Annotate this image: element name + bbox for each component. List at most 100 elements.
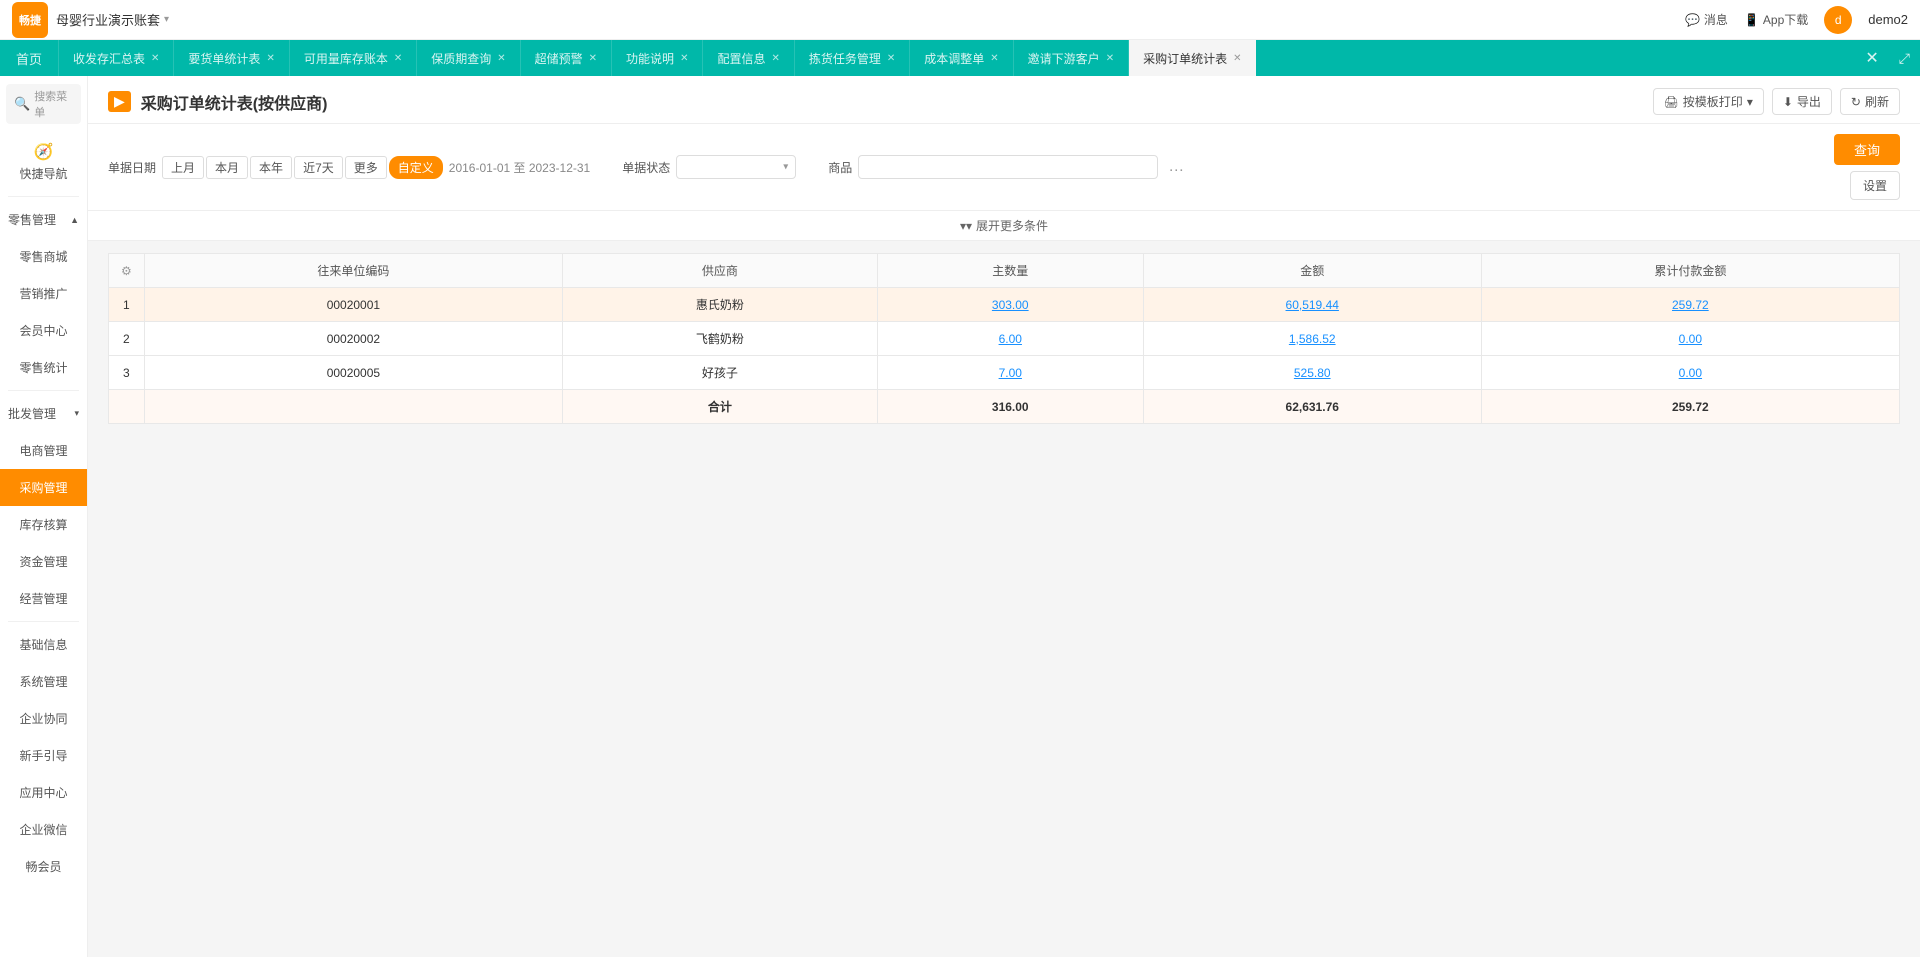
col-settings-icon[interactable]: ⚙ bbox=[121, 264, 132, 278]
message-btn[interactable]: 💬 消息 bbox=[1685, 11, 1728, 28]
sidebar-item-retail-mgmt[interactable]: 零售管理 ▲ bbox=[0, 201, 87, 238]
row-1-quantity[interactable]: 303.00 bbox=[877, 288, 1143, 322]
goods-input[interactable] bbox=[858, 155, 1158, 179]
tab-overstock-warning-label: 超储预警 bbox=[535, 50, 583, 67]
tab-receive-send[interactable]: 收发存汇总表 ✕ bbox=[59, 40, 174, 76]
sidebar-item-marketing[interactable]: 营销推广 bbox=[0, 275, 87, 312]
search-menu-btn[interactable]: 🔍 搜索菜单 bbox=[6, 84, 81, 124]
refresh-label: 刷新 bbox=[1865, 93, 1889, 110]
tab-available-stock-close[interactable]: ✕ bbox=[394, 53, 402, 64]
tab-cost-adjust-close[interactable]: ✕ bbox=[990, 53, 998, 64]
tab-receive-send-close[interactable]: ✕ bbox=[151, 53, 159, 64]
date-more[interactable]: 更多 bbox=[345, 156, 387, 179]
sidebar-item-enterprise-wechat[interactable]: 企业微信 bbox=[0, 811, 87, 848]
expand-more-btn[interactable]: ▾▾ 展开更多条件 bbox=[960, 217, 1048, 234]
status-select[interactable] bbox=[676, 155, 796, 179]
query-btn[interactable]: 查询 bbox=[1834, 134, 1900, 165]
tab-function-desc-close[interactable]: ✕ bbox=[680, 53, 688, 64]
sidebar-item-basic-info[interactable]: 基础信息 bbox=[0, 626, 87, 663]
date-custom[interactable]: 自定义 bbox=[389, 156, 443, 179]
nav-expand-btn[interactable]: ⤢ bbox=[1889, 40, 1920, 76]
tab-purchase-stat[interactable]: 采购订单统计表 ✕ bbox=[1129, 40, 1256, 76]
footer-quantity: 316.00 bbox=[877, 390, 1143, 424]
settings-btn[interactable]: 设置 bbox=[1850, 171, 1900, 200]
tab-overstock-warning-close[interactable]: ✕ bbox=[589, 53, 597, 64]
tab-available-stock[interactable]: 可用量库存账本 ✕ bbox=[290, 40, 417, 76]
tab-order-summary-close[interactable]: ✕ bbox=[266, 53, 274, 64]
enterprise-collab-label: 企业协同 bbox=[19, 710, 67, 727]
top-bar: 畅捷 母婴行业演示账套 ▾ 💬 消息 📱 App下载 d demo2 bbox=[0, 0, 1920, 40]
row-2-paid[interactable]: 0.00 bbox=[1481, 322, 1899, 356]
sidebar-search-area: 🔍 搜索菜单 bbox=[0, 76, 87, 132]
tab-purchase-stat-close[interactable]: ✕ bbox=[1233, 53, 1241, 64]
export-btn[interactable]: ⬇ 导出 bbox=[1772, 88, 1832, 115]
tab-config-info[interactable]: 配置信息 ✕ bbox=[703, 40, 794, 76]
retail-stats-label: 零售统计 bbox=[19, 359, 67, 376]
collapse-btn[interactable]: ▶ bbox=[108, 91, 131, 112]
inventory-check-label: 库存核算 bbox=[19, 516, 67, 533]
tab-pick-task-close[interactable]: ✕ bbox=[887, 53, 895, 64]
tab-home[interactable]: 首页 bbox=[0, 40, 59, 76]
sidebar-item-member-center[interactable]: 会员中心 bbox=[0, 312, 87, 349]
sidebar-item-purchase-mgmt[interactable]: 采购管理 bbox=[0, 469, 87, 506]
row-2-quantity[interactable]: 6.00 bbox=[877, 322, 1143, 356]
app-logo: 畅捷 bbox=[12, 2, 48, 38]
sidebar-item-retail-stats[interactable]: 零售统计 bbox=[0, 349, 87, 386]
goods-more-icon[interactable]: … bbox=[1168, 158, 1184, 176]
nav-close-btn[interactable]: ✕ bbox=[1855, 40, 1888, 76]
user-avatar[interactable]: d bbox=[1824, 6, 1852, 34]
tab-available-stock-label: 可用量库存账本 bbox=[304, 50, 388, 67]
sidebar-item-wholesale-mgmt[interactable]: 批发管理 ▾ bbox=[0, 395, 87, 432]
sidebar-item-ecommerce-mgmt[interactable]: 电商管理 bbox=[0, 432, 87, 469]
page-title: 采购订单统计表(按供应商) bbox=[141, 90, 328, 114]
app-download-btn[interactable]: 📱 App下载 bbox=[1744, 11, 1808, 28]
print-btn[interactable]: 🖨 按模板打印 ▾ bbox=[1653, 88, 1764, 115]
tab-order-summary[interactable]: 要货单统计表 ✕ bbox=[174, 40, 289, 76]
app-download-label: App下载 bbox=[1763, 11, 1808, 28]
page-header: ▶ 采购订单统计表(按供应商) 🖨 按模板打印 ▾ ⬇ 导出 ↻ 刷新 bbox=[88, 76, 1920, 124]
tab-expiry-query-close[interactable]: ✕ bbox=[497, 53, 505, 64]
tab-overstock-warning[interactable]: 超储预警 ✕ bbox=[521, 40, 612, 76]
member-label: 畅会员 bbox=[25, 858, 61, 875]
sidebar-item-member[interactable]: 畅会员 bbox=[0, 848, 87, 885]
tab-function-desc[interactable]: 功能说明 ✕ bbox=[612, 40, 703, 76]
operation-mgmt-label: 经营管理 bbox=[19, 590, 67, 607]
date-this-month[interactable]: 本月 bbox=[206, 156, 248, 179]
sidebar-item-fund-mgmt[interactable]: 资金管理 bbox=[0, 543, 87, 580]
tab-cost-adjust[interactable]: 成本调整单 ✕ bbox=[910, 40, 1013, 76]
tab-pick-task[interactable]: 拣货任务管理 ✕ bbox=[795, 40, 910, 76]
tab-invite-downstream-label: 邀请下游客户 bbox=[1028, 50, 1100, 67]
row-2-amount[interactable]: 1,586.52 bbox=[1143, 322, 1481, 356]
sidebar-item-operation-mgmt[interactable]: 经营管理 bbox=[0, 580, 87, 617]
sidebar-item-enterprise-collab[interactable]: 企业协同 bbox=[0, 700, 87, 737]
row-3-amount[interactable]: 525.80 bbox=[1143, 356, 1481, 390]
tab-invite-downstream[interactable]: 邀请下游客户 ✕ bbox=[1014, 40, 1129, 76]
sidebar-item-inventory-check[interactable]: 库存核算 bbox=[0, 506, 87, 543]
row-1-amount[interactable]: 60,519.44 bbox=[1143, 288, 1481, 322]
tab-expiry-query-label: 保质期查询 bbox=[431, 50, 491, 67]
date-this-year[interactable]: 本年 bbox=[250, 156, 292, 179]
sidebar-item-shortcut[interactable]: 🧭 快捷导航 bbox=[0, 132, 87, 192]
sidebar-item-new-guide[interactable]: 新手引导 bbox=[0, 737, 87, 774]
row-1-paid[interactable]: 259.72 bbox=[1481, 288, 1899, 322]
refresh-btn[interactable]: ↻ 刷新 bbox=[1840, 88, 1900, 115]
sidebar-item-system-mgmt[interactable]: 系统管理 bbox=[0, 663, 87, 700]
sidebar-divider-3 bbox=[8, 621, 79, 622]
date-7days[interactable]: 近7天 bbox=[294, 156, 343, 179]
print-icon: 🖨 bbox=[1664, 95, 1679, 109]
tab-expiry-query[interactable]: 保质期查询 ✕ bbox=[417, 40, 520, 76]
row-3-quantity[interactable]: 7.00 bbox=[877, 356, 1143, 390]
sidebar-item-retail-mall[interactable]: 零售商城 bbox=[0, 238, 87, 275]
status-filter-group: 单据状态 bbox=[622, 155, 796, 179]
table-row: 3 00020005 好孩子 7.00 525.80 0.00 bbox=[109, 356, 1900, 390]
workspace-selector[interactable]: 母婴行业演示账套 ▾ bbox=[56, 10, 169, 29]
row-3-paid[interactable]: 0.00 bbox=[1481, 356, 1899, 390]
refresh-icon: ↻ bbox=[1851, 95, 1861, 109]
sidebar-item-app-center[interactable]: 应用中心 bbox=[0, 774, 87, 811]
tab-invite-downstream-close[interactable]: ✕ bbox=[1106, 53, 1114, 64]
table-area: ⚙ 往来单位编码 供应商 主数量 金额 累计付款金额 1 00020001 惠氏… bbox=[88, 241, 1920, 957]
system-mgmt-label: 系统管理 bbox=[19, 673, 67, 690]
tab-config-info-close[interactable]: ✕ bbox=[771, 53, 779, 64]
date-last-month[interactable]: 上月 bbox=[162, 156, 204, 179]
message-label: 消息 bbox=[1704, 11, 1728, 28]
